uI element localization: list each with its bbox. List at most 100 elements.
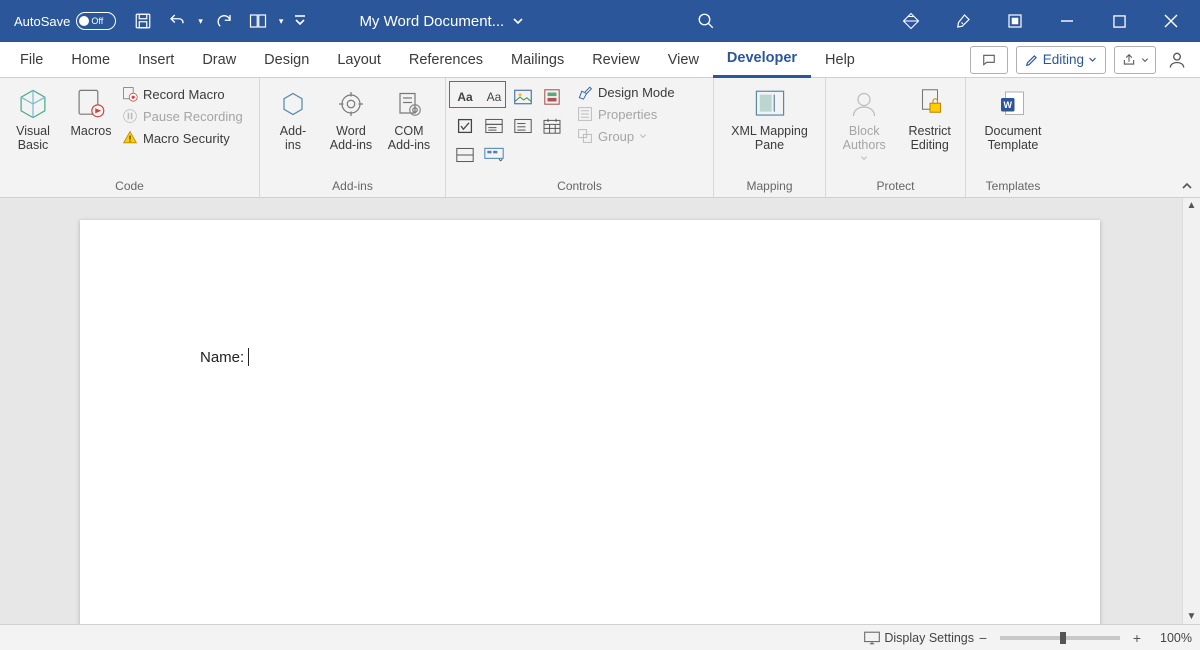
- tab-review[interactable]: Review: [578, 42, 654, 78]
- group-protect-label: Protect: [832, 179, 959, 195]
- addins-icon: [275, 86, 311, 122]
- xml-mapping-pane-button[interactable]: XML Mapping Pane: [725, 84, 815, 155]
- document-name[interactable]: My Word Document...: [359, 13, 524, 30]
- legacy-tools-icon[interactable]: [481, 142, 507, 168]
- dropdown-control-icon[interactable]: [510, 113, 536, 139]
- maximize-button[interactable]: [1096, 0, 1142, 42]
- diamond-icon[interactable]: [888, 0, 934, 42]
- group-icon: [577, 128, 593, 144]
- pause-recording-icon: [122, 108, 138, 124]
- scroll-down-icon[interactable]: ▼: [1187, 611, 1197, 622]
- tab-file[interactable]: File: [6, 42, 57, 78]
- document-body-text[interactable]: Name:: [200, 348, 249, 366]
- addins-button[interactable]: Add- ins: [266, 84, 320, 155]
- account-icon[interactable]: [1160, 50, 1194, 70]
- close-button[interactable]: [1148, 0, 1194, 42]
- share-button[interactable]: [1114, 46, 1156, 74]
- building-block-control-icon[interactable]: [539, 84, 565, 110]
- display-settings-button[interactable]: Display Settings: [864, 631, 974, 645]
- minimize-button[interactable]: [1044, 0, 1090, 42]
- autosave-control[interactable]: AutoSave Off: [14, 12, 116, 30]
- chevron-down-icon: [512, 15, 524, 27]
- tab-view[interactable]: View: [654, 42, 713, 78]
- design-mode-icon: [577, 84, 593, 100]
- search-icon[interactable]: [693, 8, 719, 34]
- customize-qat-icon[interactable]: [291, 8, 309, 34]
- group-controls-label: Controls: [452, 179, 707, 195]
- macros-button[interactable]: Macros: [64, 84, 118, 140]
- zoom-slider[interactable]: [1000, 636, 1120, 640]
- restrict-editing-button[interactable]: Restrict Editing: [900, 84, 959, 155]
- group-mapping-label: Mapping: [720, 179, 819, 195]
- group-templates: W Document Template Templates: [966, 78, 1060, 197]
- properties-button: Properties: [577, 106, 675, 122]
- block-authors-button[interactable]: Block Authors: [832, 84, 896, 163]
- quick-access-toolbar: ▾ ▾: [130, 8, 309, 34]
- tab-home[interactable]: Home: [57, 42, 124, 78]
- visual-basic-button[interactable]: Visual Basic: [6, 84, 60, 155]
- document-area: Name: ▲ ▼: [0, 198, 1200, 624]
- layout-dropdown-icon[interactable]: ▾: [279, 16, 284, 27]
- com-addins-icon: [391, 86, 427, 122]
- highlight-box: [449, 81, 506, 108]
- autosave-label: AutoSave: [14, 14, 70, 29]
- undo-dropdown-icon[interactable]: ▾: [198, 16, 203, 27]
- tab-draw[interactable]: Draw: [188, 42, 250, 78]
- design-mode-button[interactable]: Design Mode: [577, 84, 675, 100]
- tab-insert[interactable]: Insert: [124, 42, 188, 78]
- document-template-icon: W: [995, 86, 1031, 122]
- chevron-down-icon: [1088, 55, 1097, 64]
- save-icon[interactable]: [130, 8, 156, 34]
- zoom-percentage[interactable]: 100%: [1146, 631, 1192, 645]
- editing-mode-button[interactable]: Editing: [1016, 46, 1106, 74]
- title-bar: AutoSave Off ▾ ▾ My Word Document...: [0, 0, 1200, 42]
- comments-button[interactable]: [970, 46, 1008, 74]
- repeating-section-control-icon[interactable]: [452, 142, 478, 168]
- scroll-up-icon[interactable]: ▲: [1187, 200, 1197, 211]
- group-button: Group: [577, 128, 675, 144]
- tab-layout[interactable]: Layout: [323, 42, 395, 78]
- ribbon-display-icon[interactable]: [992, 0, 1038, 42]
- tab-references[interactable]: References: [395, 42, 497, 78]
- group-addins-label: Add-ins: [266, 179, 439, 195]
- group-controls: Aa Aa Design Mode Properties: [446, 78, 714, 197]
- record-macro-icon: [122, 86, 138, 102]
- restrict-editing-icon: [912, 86, 948, 122]
- collapse-ribbon-icon[interactable]: [1180, 179, 1194, 193]
- layout-icon[interactable]: [245, 8, 271, 34]
- vertical-scrollbar[interactable]: ▲ ▼: [1182, 198, 1200, 624]
- display-settings-icon: [864, 631, 880, 645]
- zoom-in-button[interactable]: +: [1128, 630, 1146, 646]
- document-page[interactable]: Name:: [80, 220, 1100, 624]
- record-macro-button[interactable]: Record Macro: [122, 86, 243, 102]
- macros-icon: [73, 86, 109, 122]
- combobox-control-icon[interactable]: [481, 113, 507, 139]
- block-authors-icon: [846, 86, 882, 122]
- com-addins-button[interactable]: COM Add-ins: [382, 84, 436, 155]
- group-protect: Block Authors Restrict Editing Protect: [826, 78, 966, 197]
- tab-design[interactable]: Design: [250, 42, 323, 78]
- search-area: [524, 8, 888, 34]
- pause-recording-button: Pause Recording: [122, 108, 243, 124]
- datepicker-control-icon[interactable]: [539, 113, 565, 139]
- group-mapping: XML Mapping Pane Mapping: [714, 78, 826, 197]
- autosave-knob: [79, 16, 89, 26]
- macro-security-button[interactable]: Macro Security: [122, 130, 243, 146]
- undo-icon[interactable]: [164, 8, 190, 34]
- tab-developer[interactable]: Developer: [713, 42, 811, 78]
- brush-icon[interactable]: [940, 0, 986, 42]
- document-template-button[interactable]: W Document Template: [973, 84, 1053, 155]
- tab-help[interactable]: Help: [811, 42, 869, 78]
- autosave-toggle[interactable]: Off: [76, 12, 116, 30]
- word-addins-button[interactable]: Word Add-ins: [324, 84, 378, 155]
- status-bar: Display Settings − + 100%: [0, 624, 1200, 650]
- word-addins-icon: [333, 86, 369, 122]
- picture-control-icon[interactable]: [510, 84, 536, 110]
- zoom-slider-thumb[interactable]: [1060, 632, 1066, 644]
- tab-mailings[interactable]: Mailings: [497, 42, 578, 78]
- group-addins: Add- ins Word Add-ins COM Add-ins Add-in…: [260, 78, 446, 197]
- checkbox-control-icon[interactable]: [452, 113, 478, 139]
- redo-icon[interactable]: [211, 8, 237, 34]
- svg-text:W: W: [1004, 100, 1013, 110]
- zoom-out-button[interactable]: −: [974, 630, 992, 646]
